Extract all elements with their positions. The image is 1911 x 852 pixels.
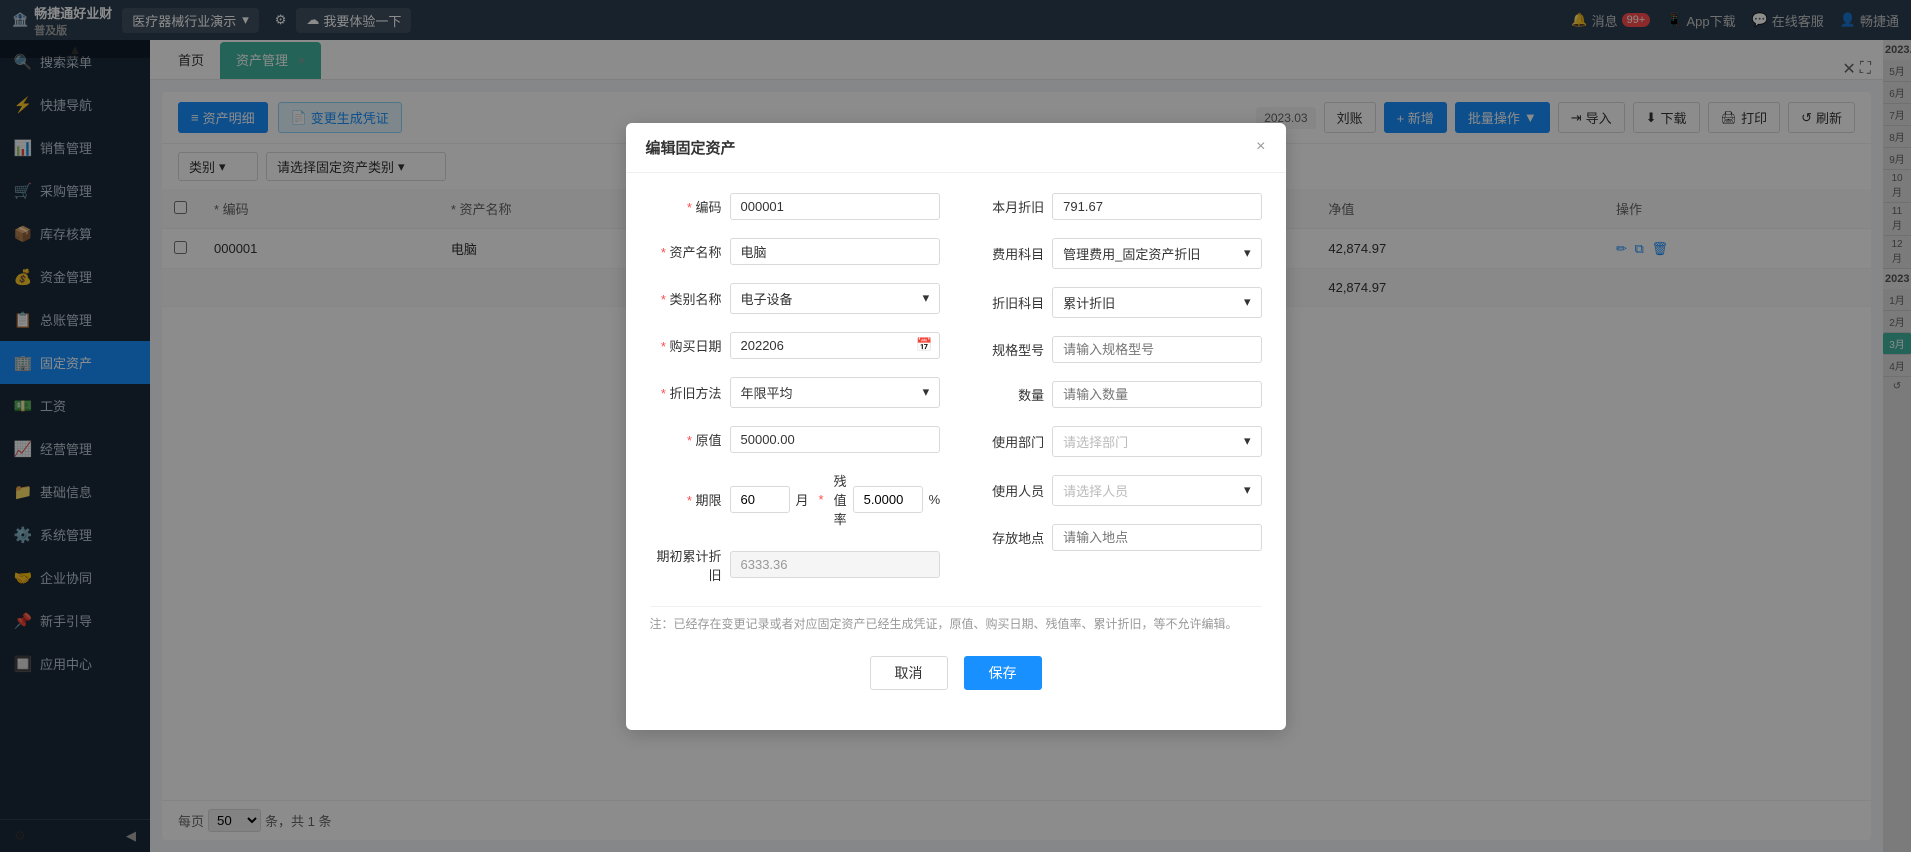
- category-name-label: 类别名称: [650, 289, 730, 308]
- quantity-input[interactable]: [1052, 381, 1261, 408]
- code-input[interactable]: [730, 193, 941, 220]
- original-value-label: 原值: [650, 430, 730, 449]
- code-label: 编码: [650, 197, 730, 216]
- use-dept-select[interactable]: 请选择部门 ▾: [1052, 426, 1261, 457]
- use-person-select[interactable]: 请选择人员 ▾: [1052, 475, 1261, 506]
- modal-footer: 取消 保存: [650, 644, 1262, 710]
- form-row-use-dept: 使用部门 请选择部门 ▾: [972, 426, 1261, 457]
- form-row-spec-model: 规格型号: [972, 336, 1261, 363]
- modal-left-column: 编码 资产名称 类别名称 电子设备 ▾: [650, 193, 941, 602]
- chevron-down-icon: ▾: [923, 290, 930, 306]
- chevron-down-icon: ▾: [1244, 294, 1251, 310]
- form-row-storage-location: 存放地点: [972, 524, 1261, 551]
- form-row-monthly-depr: 本月折旧: [972, 193, 1261, 220]
- asset-name-input[interactable]: [730, 238, 941, 265]
- chevron-down-icon: ▾: [923, 384, 930, 400]
- residual-rate-input[interactable]: [853, 486, 923, 513]
- depr-subject-value: 累计折旧: [1063, 293, 1115, 312]
- form-row-period: 期限 月 * 残值率 %: [650, 471, 941, 528]
- purchase-date-wrap: 📅: [730, 332, 941, 359]
- spec-model-input[interactable]: [1052, 336, 1261, 363]
- residual-rate-required-star: *: [819, 492, 824, 507]
- form-row-original-value: 原值: [650, 426, 941, 453]
- modal-header: 编辑固定资产 ×: [626, 123, 1286, 173]
- init-accum-depr-label: 期初累计折旧: [650, 546, 730, 584]
- form-row-depr-method: 折旧方法 年限平均 ▾: [650, 377, 941, 408]
- form-row-expense-subject: 费用科目 管理费用_固定资产折旧 ▾: [972, 238, 1261, 269]
- storage-location-label: 存放地点: [972, 528, 1052, 547]
- depr-method-label: 折旧方法: [650, 383, 730, 402]
- modal-grid: 编码 资产名称 类别名称 电子设备 ▾: [650, 193, 1262, 602]
- quantity-label: 数量: [972, 385, 1052, 404]
- calendar-icon[interactable]: 📅: [916, 337, 932, 353]
- expense-subject-select[interactable]: 管理费用_固定资产折旧 ▾: [1052, 238, 1261, 269]
- modal-overlay: 编辑固定资产 × 编码 资产名称: [0, 0, 1911, 852]
- chevron-down-icon: ▾: [1244, 245, 1251, 261]
- storage-location-input[interactable]: [1052, 524, 1261, 551]
- form-row-depr-subject: 折旧科目 累计折旧 ▾: [972, 287, 1261, 318]
- residual-rate-unit: %: [929, 492, 941, 507]
- modal-close-button[interactable]: ×: [1256, 138, 1265, 156]
- period-unit: 月: [796, 490, 809, 509]
- depr-subject-label: 折旧科目: [972, 293, 1052, 312]
- original-value-input[interactable]: [730, 426, 941, 453]
- category-name-value: 电子设备: [741, 289, 793, 308]
- period-label: 期限: [650, 490, 730, 509]
- chevron-down-icon: ▾: [1244, 482, 1251, 498]
- modal-title: 编辑固定资产: [646, 137, 736, 158]
- period-group: 月 * 残值率 %: [730, 471, 941, 528]
- monthly-depr-label: 本月折旧: [972, 197, 1052, 216]
- form-row-init-accum-depr: 期初累计折旧: [650, 546, 941, 584]
- form-row-purchase-date: 购买日期 📅: [650, 332, 941, 359]
- period-input[interactable]: [730, 486, 790, 513]
- init-accum-depr-input: [730, 551, 941, 578]
- modal-right-column: 本月折旧 费用科目 管理费用_固定资产折旧 ▾ 折旧科目: [972, 193, 1261, 602]
- form-row-code: 编码: [650, 193, 941, 220]
- save-button[interactable]: 保存: [964, 656, 1042, 690]
- category-name-select[interactable]: 电子设备 ▾: [730, 283, 941, 314]
- use-person-placeholder: 请选择人员: [1063, 481, 1128, 500]
- modal-notice: 注：已经存在变更记录或者对应固定资产已经生成凭证，原值、购买日期、残值率、累计折…: [650, 606, 1262, 644]
- chevron-down-icon: ▾: [1244, 433, 1251, 449]
- modal-body: 编码 资产名称 类别名称 电子设备 ▾: [626, 173, 1286, 730]
- form-row-category: 类别名称 电子设备 ▾: [650, 283, 941, 314]
- spec-model-label: 规格型号: [972, 340, 1052, 359]
- asset-name-label: 资产名称: [650, 242, 730, 261]
- use-dept-placeholder: 请选择部门: [1063, 432, 1128, 451]
- edit-asset-modal: 编辑固定资产 × 编码 资产名称: [626, 123, 1286, 730]
- residual-rate-label: 残值率: [834, 471, 847, 528]
- form-row-use-person: 使用人员 请选择人员 ▾: [972, 475, 1261, 506]
- purchase-date-input[interactable]: [730, 332, 941, 359]
- purchase-date-label: 购买日期: [650, 336, 730, 355]
- use-dept-label: 使用部门: [972, 432, 1052, 451]
- depr-method-select[interactable]: 年限平均 ▾: [730, 377, 941, 408]
- expense-subject-value: 管理费用_固定资产折旧: [1063, 244, 1200, 263]
- monthly-depr-input[interactable]: [1052, 193, 1261, 220]
- depr-subject-select[interactable]: 累计折旧 ▾: [1052, 287, 1261, 318]
- use-person-label: 使用人员: [972, 481, 1052, 500]
- form-row-quantity: 数量: [972, 381, 1261, 408]
- depr-method-value: 年限平均: [741, 383, 793, 402]
- cancel-button[interactable]: 取消: [870, 656, 948, 690]
- notice-text: 注：已经存在变更记录或者对应固定资产已经生成凭证，原值、购买日期、残值率、累计折…: [650, 617, 1238, 631]
- expense-subject-label: 费用科目: [972, 244, 1052, 263]
- form-row-asset-name: 资产名称: [650, 238, 941, 265]
